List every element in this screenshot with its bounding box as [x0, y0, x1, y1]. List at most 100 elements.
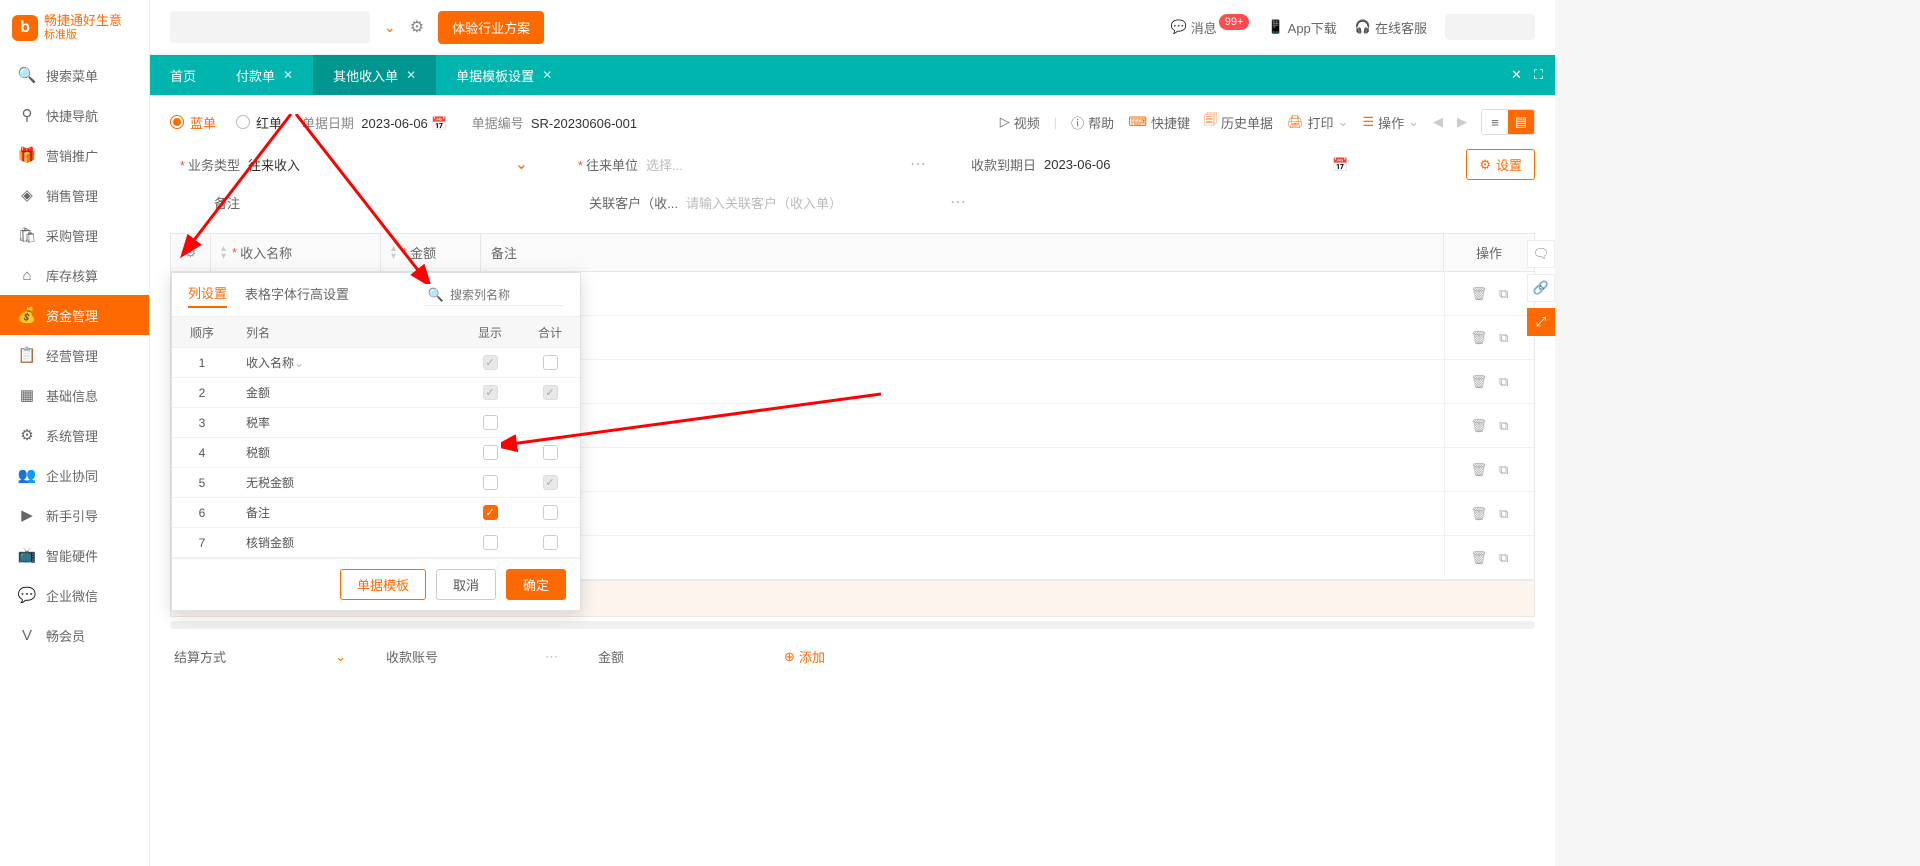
sidebar-item-4[interactable]: 🛍采购管理: [0, 215, 149, 255]
page-tabs: 首页付款单✕其他收入单✕单据模板设置✕ ✕ ⛶: [150, 55, 1555, 95]
related-customer-input[interactable]: 请输入关联客户（收入单）: [686, 192, 966, 213]
sidebar-item-8[interactable]: ▦基础信息: [0, 375, 149, 415]
close-icon[interactable]: ✕: [283, 68, 293, 82]
tab-expand-icon[interactable]: ⛶: [1534, 67, 1543, 83]
sidebar-item-12[interactable]: 📺智能硬件: [0, 535, 149, 575]
delete-icon[interactable]: 🗑: [1471, 374, 1488, 390]
copy-icon[interactable]: ⧉: [1499, 462, 1508, 478]
sidebar-item-6[interactable]: 💰资金管理: [0, 295, 149, 335]
print-icon: 🖨: [1287, 114, 1304, 130]
sidebar-item-5[interactable]: ⌂库存核算: [0, 255, 149, 295]
checkbox[interactable]: ✓: [483, 355, 498, 370]
party-select[interactable]: 选择...: [646, 154, 926, 175]
settings-button[interactable]: ⚙设置: [1466, 149, 1535, 180]
due-date-input[interactable]: 2023-06-06: [1044, 157, 1324, 173]
print-button[interactable]: 🖨打印⌄: [1287, 113, 1348, 132]
copy-icon[interactable]: ⧉: [1499, 374, 1508, 390]
app-download-link[interactable]: 📱 App下载: [1267, 18, 1336, 37]
confirm-button[interactable]: 确定: [506, 569, 566, 600]
tab-close-all-icon[interactable]: ✕: [1511, 67, 1522, 83]
copy-icon[interactable]: ⧉: [1499, 418, 1508, 434]
col-amount-header[interactable]: ▴▾*金额: [381, 234, 481, 271]
settle-mode-select[interactable]: ⌄: [236, 649, 346, 665]
checkbox[interactable]: [543, 445, 558, 460]
chevron-down-icon[interactable]: ⌄: [384, 19, 396, 36]
blue-doc-radio[interactable]: 蓝单: [170, 113, 216, 132]
checkbox[interactable]: [483, 415, 498, 430]
compact-view-button[interactable]: ▤: [1508, 110, 1534, 134]
remark-input[interactable]: [248, 202, 528, 203]
video-link[interactable]: ▷视频: [1000, 113, 1040, 132]
ops-button[interactable]: ☰操作⌄: [1362, 113, 1419, 132]
sidebar-item-13[interactable]: 💬企业微信: [0, 575, 149, 615]
copy-icon[interactable]: ⧉: [1499, 550, 1508, 566]
col-income-header[interactable]: ▴▾*收入名称: [211, 234, 381, 271]
delete-icon[interactable]: 🗑: [1471, 286, 1488, 302]
checkbox[interactable]: [543, 355, 558, 370]
calendar-icon[interactable]: 📅: [1332, 157, 1348, 173]
checkbox[interactable]: ✓: [483, 385, 498, 400]
column-settings-button[interactable]: ⚙: [171, 234, 211, 271]
next-icon[interactable]: ▶: [1457, 114, 1467, 130]
org-selector[interactable]: [170, 11, 370, 43]
support-link[interactable]: 🎧 在线客服: [1355, 18, 1427, 37]
tab-1[interactable]: 付款单✕: [216, 55, 313, 95]
doc-date[interactable]: 2023-06-06: [361, 116, 428, 131]
copy-icon[interactable]: ⧉: [1499, 330, 1508, 346]
tab-3[interactable]: 单据模板设置✕: [436, 55, 572, 95]
sidebar-item-7[interactable]: 📋经营管理: [0, 335, 149, 375]
checkbox[interactable]: [483, 475, 498, 490]
business-type-select[interactable]: 往来收入: [248, 154, 528, 175]
sidebar-item-14[interactable]: V畅会员: [0, 615, 149, 655]
sidebar-item-1[interactable]: ⚲快捷导航: [0, 95, 149, 135]
sidebar-item-0[interactable]: 🔍搜索菜单: [0, 55, 149, 95]
user-area[interactable]: [1445, 14, 1535, 40]
tab-2[interactable]: 其他收入单✕: [313, 55, 436, 95]
checkbox[interactable]: ✓: [543, 385, 558, 400]
messages-link[interactable]: 💬 消息 99+: [1171, 18, 1250, 37]
gear-icon[interactable]: ⚙: [410, 17, 424, 37]
red-doc-radio[interactable]: 红单: [236, 113, 282, 132]
prev-icon[interactable]: ◀: [1433, 114, 1443, 130]
tab-0[interactable]: 首页: [150, 55, 216, 95]
sidebar-item-10[interactable]: 👥企业协同: [0, 455, 149, 495]
delete-icon[interactable]: 🗑: [1471, 550, 1488, 566]
expand-tool[interactable]: ⤢: [1527, 308, 1555, 336]
checkbox[interactable]: [543, 535, 558, 550]
checkbox[interactable]: ✓: [483, 505, 498, 520]
help-link[interactable]: ⓘ帮助: [1071, 113, 1114, 132]
sidebar-item-9[interactable]: ⚙系统管理: [0, 415, 149, 455]
template-button[interactable]: 单据模板: [340, 569, 426, 600]
delete-icon[interactable]: 🗑: [1471, 506, 1488, 522]
shortcut-link[interactable]: ⌨快捷键: [1128, 113, 1190, 132]
sidebar-item-11[interactable]: ▶新手引导: [0, 495, 149, 535]
delete-icon[interactable]: 🗑: [1471, 462, 1488, 478]
popup-search[interactable]: 🔍: [424, 285, 564, 306]
try-plan-button[interactable]: 体验行业方案: [438, 11, 544, 44]
add-settlement-button[interactable]: ⊕添加: [784, 647, 825, 666]
popup-search-input[interactable]: [450, 288, 560, 302]
checkbox[interactable]: [543, 505, 558, 520]
popup-tab-columns[interactable]: 列设置: [188, 283, 227, 308]
copy-icon[interactable]: ⧉: [1499, 506, 1508, 522]
delete-icon[interactable]: 🗑: [1471, 330, 1488, 346]
link-tool[interactable]: 🔗: [1527, 274, 1555, 302]
calendar-icon[interactable]: 📅: [431, 116, 447, 131]
popup-tab-font[interactable]: 表格字体行高设置: [245, 284, 349, 307]
close-icon[interactable]: ✕: [542, 68, 552, 82]
sidebar-item-3[interactable]: ◈销售管理: [0, 175, 149, 215]
checkbox[interactable]: [483, 535, 498, 550]
checkbox[interactable]: ✓: [543, 475, 558, 490]
settle-account-select[interactable]: ⋯: [448, 649, 558, 665]
close-icon[interactable]: ✕: [406, 68, 416, 82]
note-tool[interactable]: 🗨: [1527, 240, 1555, 268]
list-view-button[interactable]: ≡: [1482, 110, 1508, 134]
copy-icon[interactable]: ⧉: [1499, 286, 1508, 302]
history-link[interactable]: 🗐历史单据: [1204, 111, 1273, 133]
cancel-button[interactable]: 取消: [436, 569, 496, 600]
sidebar-item-2[interactable]: 🎁营销推广: [0, 135, 149, 175]
horizontal-scrollbar[interactable]: [170, 621, 1535, 629]
delete-icon[interactable]: 🗑: [1471, 418, 1488, 434]
checkbox[interactable]: [483, 445, 498, 460]
right-float-tools: 🗨 🔗 ⤢: [1527, 240, 1555, 336]
